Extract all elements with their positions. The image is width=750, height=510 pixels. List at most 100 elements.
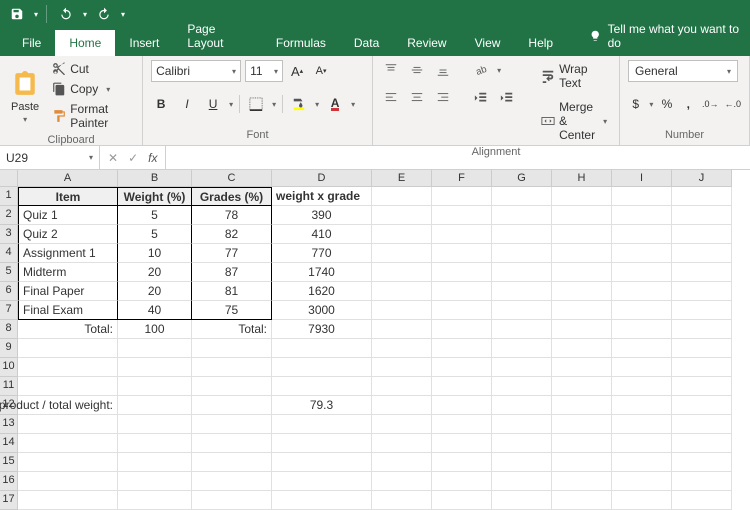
cell[interactable]: Weight (%): [118, 187, 192, 206]
cell[interactable]: [552, 206, 612, 225]
row-header[interactable]: 14: [0, 434, 18, 453]
cell[interactable]: [552, 472, 612, 491]
cell[interactable]: [118, 472, 192, 491]
cell[interactable]: [492, 377, 552, 396]
cell[interactable]: [18, 491, 118, 510]
save-icon[interactable]: [6, 3, 28, 25]
cell[interactable]: [118, 358, 192, 377]
cell[interactable]: [552, 491, 612, 510]
cell[interactable]: Quiz 1: [18, 206, 118, 225]
cell[interactable]: [612, 339, 672, 358]
cell[interactable]: [552, 453, 612, 472]
cell[interactable]: 82: [192, 225, 272, 244]
cell[interactable]: [552, 415, 612, 434]
cell[interactable]: [432, 491, 492, 510]
cell[interactable]: [432, 320, 492, 339]
tab-file[interactable]: File: [8, 30, 55, 56]
cell[interactable]: [612, 263, 672, 282]
cell[interactable]: [672, 187, 732, 206]
cell[interactable]: [672, 225, 732, 244]
cell[interactable]: [492, 282, 552, 301]
cell[interactable]: [612, 320, 672, 339]
cell[interactable]: Midterm: [18, 263, 118, 282]
cell[interactable]: Grades (%): [192, 187, 272, 206]
cell[interactable]: 390: [272, 206, 372, 225]
cell[interactable]: [272, 453, 372, 472]
bold-button[interactable]: B: [151, 94, 171, 114]
cell[interactable]: [372, 472, 432, 491]
cell[interactable]: [672, 472, 732, 491]
fill-color-button[interactable]: [289, 94, 309, 114]
column-header[interactable]: D: [272, 170, 372, 187]
cell[interactable]: [192, 358, 272, 377]
cell[interactable]: [18, 415, 118, 434]
cell[interactable]: [492, 434, 552, 453]
accounting-format-icon[interactable]: $: [628, 94, 643, 114]
tab-insert[interactable]: Insert: [115, 30, 173, 56]
cell[interactable]: [272, 377, 372, 396]
percent-format-icon[interactable]: %: [659, 94, 674, 114]
cell[interactable]: [672, 358, 732, 377]
cell[interactable]: [18, 358, 118, 377]
tab-formulas[interactable]: Formulas: [262, 30, 340, 56]
cell[interactable]: [552, 320, 612, 339]
cell[interactable]: [432, 244, 492, 263]
cell[interactable]: [192, 377, 272, 396]
cell[interactable]: [552, 301, 612, 320]
row-header[interactable]: 10: [0, 358, 18, 377]
cell[interactable]: [192, 472, 272, 491]
decrease-decimal-icon[interactable]: ←.0: [724, 94, 741, 114]
cell[interactable]: Final Exam: [18, 301, 118, 320]
cell[interactable]: [18, 434, 118, 453]
cell[interactable]: [118, 396, 192, 415]
cell[interactable]: [272, 434, 372, 453]
cell[interactable]: [432, 187, 492, 206]
cell[interactable]: [192, 434, 272, 453]
cell[interactable]: [552, 434, 612, 453]
decrease-indent-icon[interactable]: [471, 88, 491, 108]
cell[interactable]: [612, 377, 672, 396]
cell[interactable]: [492, 339, 552, 358]
cell[interactable]: [372, 320, 432, 339]
cell[interactable]: 770: [272, 244, 372, 263]
cell[interactable]: [672, 339, 732, 358]
cell[interactable]: [672, 491, 732, 510]
tab-review[interactable]: Review: [393, 30, 460, 56]
tab-home[interactable]: Home: [55, 30, 115, 56]
cell[interactable]: [432, 263, 492, 282]
row-header[interactable]: 6: [0, 282, 18, 301]
cell[interactable]: [432, 301, 492, 320]
italic-button[interactable]: I: [177, 94, 197, 114]
cell[interactable]: [612, 472, 672, 491]
align-bottom-icon[interactable]: [433, 60, 453, 80]
cell[interactable]: [372, 263, 432, 282]
increase-indent-icon[interactable]: [497, 88, 517, 108]
cell[interactable]: 1740: [272, 263, 372, 282]
decrease-font-icon[interactable]: A▾: [311, 61, 331, 81]
cell[interactable]: [192, 491, 272, 510]
cell[interactable]: [492, 396, 552, 415]
align-top-icon[interactable]: [381, 60, 401, 80]
cell[interactable]: [272, 472, 372, 491]
cell[interactable]: 7930: [272, 320, 372, 339]
cell[interactable]: [552, 377, 612, 396]
tab-help[interactable]: Help: [514, 30, 567, 56]
cell[interactable]: [672, 244, 732, 263]
cell[interactable]: [118, 377, 192, 396]
cell[interactable]: [612, 453, 672, 472]
cell[interactable]: 77: [192, 244, 272, 263]
cell[interactable]: [612, 187, 672, 206]
cell[interactable]: [372, 396, 432, 415]
column-header[interactable]: B: [118, 170, 192, 187]
cell[interactable]: [672, 206, 732, 225]
cell[interactable]: [672, 415, 732, 434]
cell[interactable]: [672, 263, 732, 282]
cell[interactable]: [552, 339, 612, 358]
orientation-icon[interactable]: ab: [471, 60, 491, 80]
cell[interactable]: [552, 263, 612, 282]
cell[interactable]: [192, 396, 272, 415]
cell[interactable]: [18, 339, 118, 358]
cell[interactable]: Assignment 1: [18, 244, 118, 263]
cell[interactable]: [118, 339, 192, 358]
cell[interactable]: Item: [18, 187, 118, 206]
